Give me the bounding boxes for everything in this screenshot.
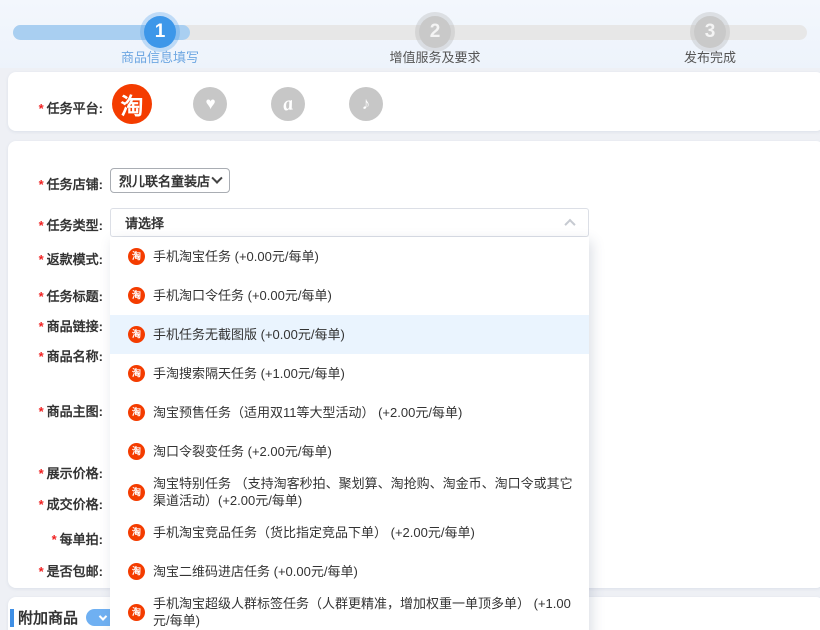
refund-mode-label: *返款模式: xyxy=(8,249,103,268)
required-asterisk: * xyxy=(39,319,44,334)
platform-icons-row: 淘 ♥ a ♪ xyxy=(112,84,386,124)
taobao-mini-icon: 淘 xyxy=(128,326,145,343)
required-asterisk: * xyxy=(52,532,57,547)
type-select[interactable]: 请选择 xyxy=(110,208,589,237)
dropdown-item-text: 手机淘宝超级人群标签任务（人群更精准，增加权重一单顶多单） (+1.00元/每单… xyxy=(153,595,573,629)
taobao-platform-icon[interactable]: 淘 xyxy=(112,84,152,124)
douyin-platform-icon[interactable]: ♪ xyxy=(349,87,383,121)
platform-label: *任务平台: xyxy=(8,98,103,117)
product-name-label: *商品名称: xyxy=(8,346,103,365)
addon-section-title: 附加商品 xyxy=(18,607,78,628)
dropdown-item[interactable]: 淘 手淘搜索隔天任务 (+1.00元/每单) xyxy=(110,354,589,393)
required-asterisk: * xyxy=(39,404,44,419)
dropdown-item[interactable]: 淘 淘口令裂变任务 (+2.00元/每单) xyxy=(110,432,589,471)
task-type-dropdown: 淘 手机淘宝任务 (+0.00元/每单) 淘 手机淘口令任务 (+0.00元/每… xyxy=(110,237,589,630)
taobao-mini-icon: 淘 xyxy=(128,604,145,621)
taobao-mini-icon: 淘 xyxy=(128,443,145,460)
taobao-mini-icon: 淘 xyxy=(128,563,145,580)
step-3-label: 发布完成 xyxy=(640,47,780,66)
dropdown-item-text: 淘宝特别任务 （支持淘客秒拍、聚划算、淘抢购、淘金币、淘口令或其它渠道活动）(+… xyxy=(153,475,573,509)
taobao-mini-icon: 淘 xyxy=(128,524,145,541)
dropdown-item-text: 手机淘口令任务 (+0.00元/每单) xyxy=(153,287,332,304)
alibaba-glyph: a xyxy=(281,92,294,116)
addon-header: 附加商品 xyxy=(10,607,119,628)
taobao-mini-icon: 淘 xyxy=(128,287,145,304)
per-order-qty-label: *每单拍: xyxy=(8,529,103,548)
dropdown-item-highlighted[interactable]: 淘 手机任务无截图版 (+0.00元/每单) xyxy=(110,315,589,354)
step-1-number: 1 xyxy=(155,21,166,43)
dropdown-item[interactable]: 淘 淘宝预售任务（适用双11等大型活动） (+2.00元/每单) xyxy=(110,393,589,432)
task-title-label: *任务标题: xyxy=(8,286,103,305)
section-accent-bar xyxy=(10,609,14,627)
required-asterisk: * xyxy=(39,101,44,116)
required-asterisk: * xyxy=(39,349,44,364)
step-1-circle[interactable]: 1 xyxy=(144,16,176,48)
required-asterisk: * xyxy=(39,564,44,579)
platform-card: *任务平台: 淘 ♥ a ♪ xyxy=(8,72,820,131)
chevron-down-icon xyxy=(98,612,106,620)
step-3-number: 3 xyxy=(705,21,716,43)
taobao-mini-icon: 淘 xyxy=(128,404,145,421)
taobao-mini-icon: 淘 xyxy=(128,248,145,265)
step-2-number: 2 xyxy=(430,21,441,43)
required-asterisk: * xyxy=(39,497,44,512)
display-price-label: *展示价格: xyxy=(8,463,103,482)
dropdown-item-text: 淘宝二维码进店任务 (+0.00元/每单) xyxy=(153,563,358,580)
dropdown-item[interactable]: 淘 淘宝二维码进店任务 (+0.00元/每单) xyxy=(110,552,589,591)
shop-label: *任务店铺: xyxy=(8,174,103,193)
required-asterisk: * xyxy=(39,218,44,233)
product-link-label: *商品链接: xyxy=(8,316,103,335)
taobao-glyph: 淘 xyxy=(121,87,144,121)
dropdown-item-text: 手淘搜索隔天任务 (+1.00元/每单) xyxy=(153,365,345,382)
dropdown-item[interactable]: 淘 手机淘宝任务 (+0.00元/每单) xyxy=(110,237,589,276)
taobao-mini-icon: 淘 xyxy=(128,365,145,382)
shop-select[interactable]: 烈儿联名童装店 xyxy=(110,168,230,193)
type-select-value: 请选择 xyxy=(125,213,566,232)
type-label: *任务类型: xyxy=(8,215,103,234)
douyin-glyph: ♪ xyxy=(362,94,371,114)
dropdown-item-text: 手机淘宝竞品任务（货比指定竞品下单） (+2.00元/每单) xyxy=(153,524,475,541)
step-3-circle[interactable]: 3 xyxy=(694,16,726,48)
free-shipping-label: *是否包邮: xyxy=(8,561,103,580)
required-asterisk: * xyxy=(39,252,44,267)
heart-glyph: ♥ xyxy=(205,94,214,114)
dropdown-item[interactable]: 淘 手机淘宝超级人群标签任务（人群更精准，增加权重一单顶多单） (+1.00元/… xyxy=(110,591,589,630)
step-2-circle[interactable]: 2 xyxy=(419,16,451,48)
required-asterisk: * xyxy=(39,289,44,304)
chevron-down-icon xyxy=(211,172,222,183)
step-2-label: 增值服务及要求 xyxy=(365,47,505,66)
stepper-header: 1 2 3 商品信息填写 增值服务及要求 发布完成 xyxy=(0,0,820,68)
dropdown-item[interactable]: 淘 淘宝特别任务 （支持淘客秒拍、聚划算、淘抢购、淘金币、淘口令或其它渠道活动）… xyxy=(110,471,589,513)
required-asterisk: * xyxy=(39,466,44,481)
product-image-label: *商品主图: xyxy=(8,401,103,420)
alibaba-platform-icon[interactable]: a xyxy=(271,87,305,121)
shop-select-value: 烈儿联名童装店 xyxy=(119,171,213,190)
dropdown-item[interactable]: 淘 手机淘宝竞品任务（货比指定竞品下单） (+2.00元/每单) xyxy=(110,513,589,552)
chevron-up-icon xyxy=(564,218,575,229)
taobao-mini-icon: 淘 xyxy=(128,484,145,501)
step-1-label: 商品信息填写 xyxy=(90,47,230,66)
deal-price-label: *成交价格: xyxy=(8,494,103,513)
dropdown-item-text: 手机任务无截图版 (+0.00元/每单) xyxy=(153,326,345,343)
required-asterisk: * xyxy=(39,177,44,192)
dropdown-item[interactable]: 淘 手机淘口令任务 (+0.00元/每单) xyxy=(110,276,589,315)
dropdown-item-text: 手机淘宝任务 (+0.00元/每单) xyxy=(153,248,319,265)
heart-platform-icon[interactable]: ♥ xyxy=(193,87,227,121)
dropdown-item-text: 淘宝预售任务（适用双11等大型活动） (+2.00元/每单) xyxy=(153,404,462,421)
dropdown-item-text: 淘口令裂变任务 (+2.00元/每单) xyxy=(153,443,332,460)
